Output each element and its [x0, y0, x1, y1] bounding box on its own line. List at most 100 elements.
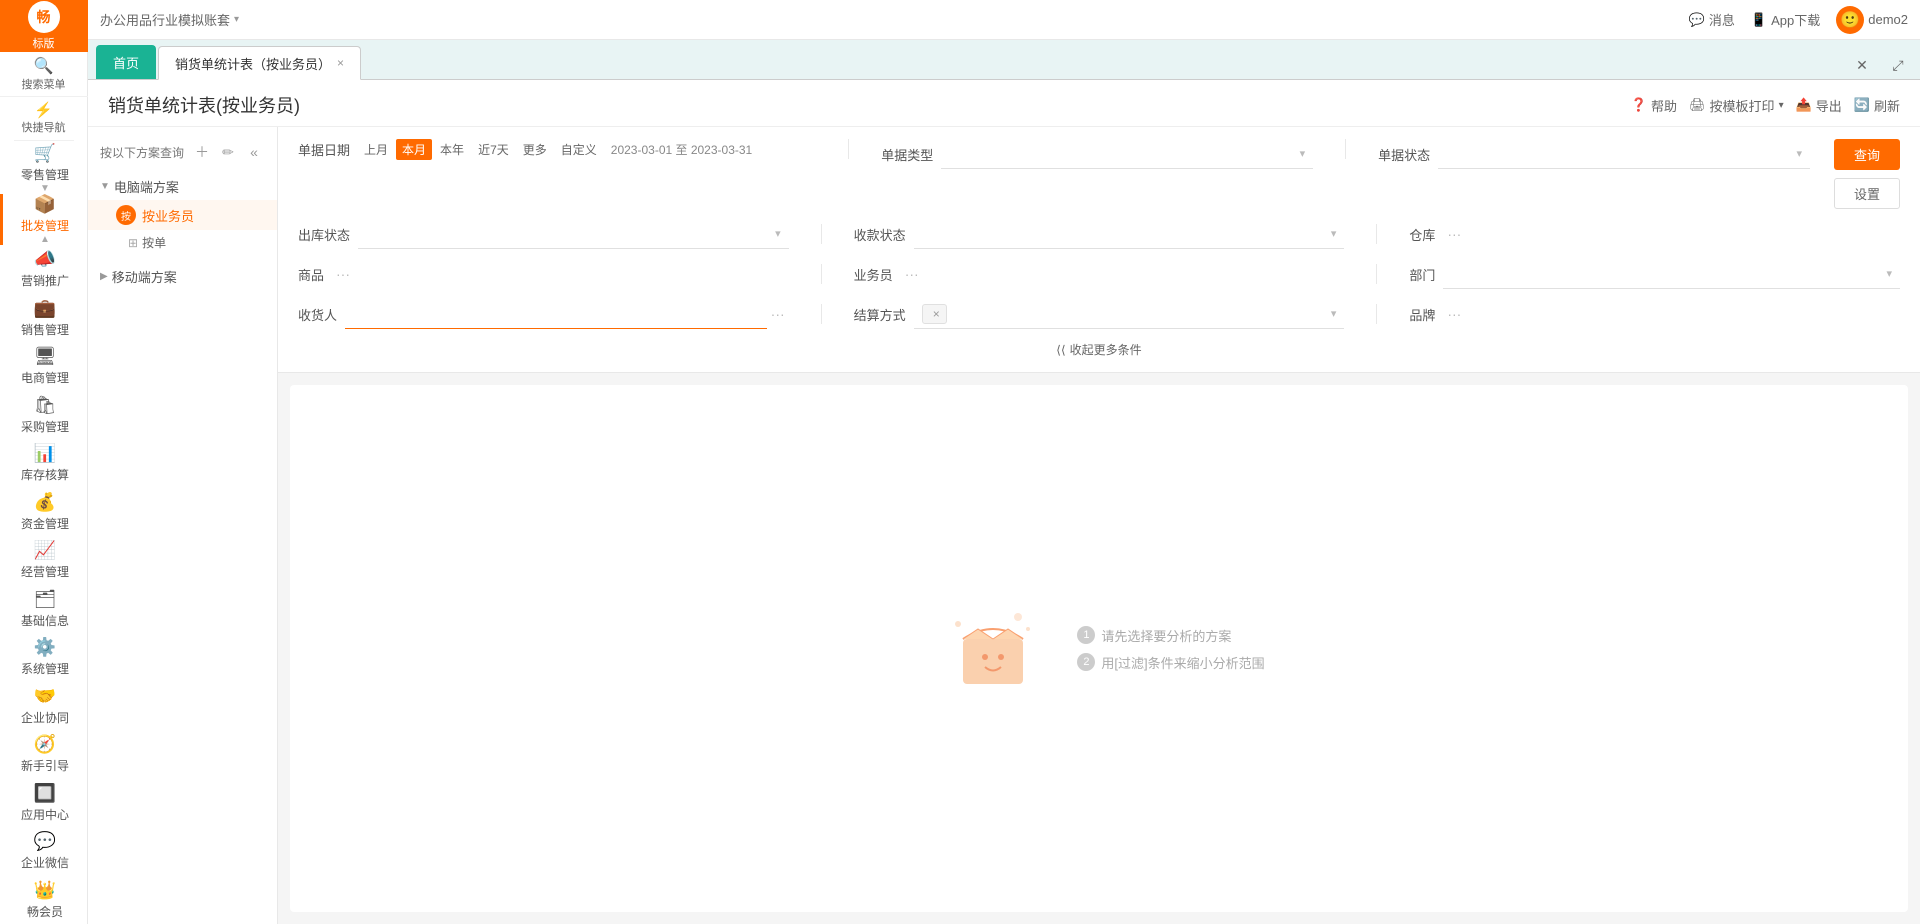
- goods-label: 商品: [298, 265, 324, 284]
- appcenter-label: 应用中心: [21, 806, 69, 823]
- date-tab-this-year[interactable]: 本年: [434, 139, 470, 160]
- help-icon: ❓: [1631, 97, 1647, 113]
- marketing-label: 营销推广: [21, 272, 69, 289]
- date-tab-custom[interactable]: 自定义: [555, 139, 603, 160]
- query-btn[interactable]: 查询: [1834, 139, 1900, 170]
- sidebar-item-retail[interactable]: 🛒 零售管理 ▼: [0, 143, 88, 194]
- salesperson-dots[interactable]: ···: [901, 266, 923, 282]
- wholesale-arrow: ▲: [40, 234, 50, 245]
- doc-status-select[interactable]: ▾: [1438, 139, 1810, 169]
- date-tab-more[interactable]: 更多: [517, 139, 553, 160]
- payment-method-select[interactable]: × ▾: [914, 299, 1345, 329]
- ops-label: 经营管理: [21, 563, 69, 580]
- page: 销货单统计表(按业务员) ❓ 帮助 🖨 按模板打印 ▾ 📤 导出: [88, 80, 1920, 924]
- search-label: 搜索菜单: [22, 76, 66, 92]
- app-download-btn[interactable]: 📱 App下载: [1751, 10, 1820, 29]
- sidebar-item-sales[interactable]: 💼 销售管理: [0, 294, 88, 343]
- sidebar-item-newbie[interactable]: 🧭 新手引导: [0, 730, 88, 779]
- purchase-icon: 🛍: [34, 395, 57, 416]
- brand-dots[interactable]: ···: [1443, 306, 1465, 322]
- tab-close-all-btn[interactable]: ✕: [1848, 51, 1876, 79]
- sidebar-item-corp[interactable]: 🤝 企业协同: [0, 682, 88, 731]
- sales-label: 销售管理: [21, 321, 69, 338]
- topbar-dropdown-arrow[interactable]: ▾: [234, 14, 239, 25]
- sidebar-item-finance[interactable]: 💰 资金管理: [0, 488, 88, 537]
- doc-type-select[interactable]: ▾: [941, 139, 1313, 169]
- collapse-panel-btn[interactable]: «: [243, 141, 265, 163]
- tab-sales-stat[interactable]: 销货单统计表（按业务员） ×: [158, 46, 361, 80]
- date-tab-last-month[interactable]: 上月: [358, 139, 394, 160]
- body-layout: 按以下方案查询 ＋ ✏ « ▼ 电脑端方案 按: [88, 127, 1920, 924]
- left-panel-header-label: 按以下方案查询: [100, 144, 184, 161]
- consignee-dots[interactable]: ···: [767, 306, 789, 322]
- goods-dots[interactable]: ···: [332, 266, 354, 282]
- sidebar-item-marketing[interactable]: 📣 营销推广: [0, 245, 88, 294]
- sidebar-item-system[interactable]: ⚙️ 系统管理: [0, 633, 88, 682]
- refresh-label: 刷新: [1874, 96, 1900, 115]
- corp-icon: 🤝: [34, 686, 56, 707]
- system-label: 系统管理: [21, 660, 69, 677]
- sidebar-item-corpwx[interactable]: 💬 企业微信: [0, 827, 88, 876]
- add-scheme-btn[interactable]: ＋: [191, 141, 213, 163]
- sidebar-item-operations[interactable]: 📈 经营管理: [0, 536, 88, 585]
- message-btn[interactable]: 💬 消息: [1689, 10, 1735, 29]
- print-btn[interactable]: 🖨 按模板打印 ▾: [1689, 96, 1784, 115]
- help-btn[interactable]: ❓ 帮助: [1631, 96, 1677, 115]
- scheme-sub-item-by-order[interactable]: ⊞ 按单: [88, 230, 277, 255]
- tab-home[interactable]: 首页: [96, 45, 156, 79]
- topbar-title: 办公用品行业模拟账套 ▾: [100, 10, 239, 29]
- sidebar-item-wholesale[interactable]: 📦 批发管理 ▲: [0, 194, 88, 245]
- retail-arrow: ▼: [40, 183, 50, 194]
- newbie-label: 新手引导: [21, 757, 69, 774]
- empty-state: 1 请先选择要分析的方案 2 用[过滤]条件来缩小分析范围: [933, 589, 1264, 709]
- sidebar-item-purchase[interactable]: 🛍 采购管理: [0, 391, 88, 440]
- out-status-arrow: ▾: [775, 227, 781, 240]
- collapse-btn[interactable]: ⟨⟨ 收起更多条件: [298, 335, 1900, 360]
- ecommerce-label: 电商管理: [21, 369, 69, 386]
- tab-bar: 首页 销货单统计表（按业务员） × ✕ ⤢: [88, 40, 1920, 80]
- scheme-item-by-salesperson[interactable]: 按 按业务员: [88, 200, 277, 230]
- scheme-by-order-label: 按单: [142, 234, 166, 251]
- edit-scheme-btn[interactable]: ✏: [217, 141, 239, 163]
- topbar-title-text: 办公用品行业模拟账套: [100, 10, 230, 29]
- consignee-input[interactable]: [345, 299, 767, 329]
- date-tab-this-month[interactable]: 本月: [396, 139, 432, 160]
- sidebar-quicknav[interactable]: ⚡ 快捷导航: [0, 97, 88, 138]
- out-status-select[interactable]: ▾: [358, 219, 789, 249]
- settings-btn[interactable]: 设置: [1834, 178, 1900, 209]
- appcenter-icon: 🔲: [34, 783, 56, 804]
- chip-close-btn[interactable]: ×: [933, 307, 940, 321]
- refresh-btn[interactable]: 🔄 刷新: [1854, 96, 1900, 115]
- collapse-label: 收起更多条件: [1070, 341, 1142, 358]
- scheme-group-desktop-header[interactable]: ▼ 电脑端方案: [88, 173, 277, 200]
- filter-dept: 部门 ▾: [1409, 259, 1900, 289]
- sidebar-search[interactable]: 🔍 搜索菜单: [0, 52, 88, 97]
- scheme-group-mobile-header[interactable]: ▶ 移动端方案: [88, 263, 277, 290]
- sidebar-item-ecommerce[interactable]: 🖥 电商管理: [0, 342, 88, 391]
- date-tab-7days[interactable]: 近7天: [472, 139, 515, 160]
- export-btn[interactable]: 📤 导出: [1796, 96, 1842, 115]
- page-header-actions: ❓ 帮助 🖨 按模板打印 ▾ 📤 导出 🔄 刷新: [1631, 96, 1900, 115]
- sidebar-item-base[interactable]: 🗂 基础信息: [0, 585, 88, 634]
- filter-salesperson: 业务员 ···: [854, 265, 1345, 284]
- doc-status-arrow: ▾: [1796, 147, 1802, 160]
- user-btn[interactable]: 🙂 demo2: [1836, 6, 1908, 34]
- result-area: 1 请先选择要分析的方案 2 用[过滤]条件来缩小分析范围: [290, 385, 1908, 912]
- sidebar-item-inventory[interactable]: 📊 库存核算: [0, 439, 88, 488]
- inventory-label: 库存核算: [21, 466, 69, 483]
- tab-close-btn[interactable]: ×: [337, 56, 344, 70]
- empty-line-2: 2 用[过滤]条件来缩小分析范围: [1077, 653, 1264, 672]
- corpwx-label: 企业微信: [21, 854, 69, 871]
- message-icon: 💬: [1689, 12, 1705, 28]
- warehouse-dots[interactable]: ···: [1443, 226, 1465, 242]
- sidebar-item-appcenter[interactable]: 🔲 应用中心: [0, 779, 88, 828]
- dept-select[interactable]: ▾: [1443, 259, 1900, 289]
- receipt-status-select[interactable]: ▾: [914, 219, 1345, 249]
- filter-goods: 商品 ···: [298, 265, 789, 284]
- sidebar-item-member[interactable]: 👑 畅会员: [0, 876, 88, 924]
- empty-svg: [943, 599, 1043, 699]
- divider6: [1376, 264, 1377, 284]
- tab-maximize-btn[interactable]: ⤢: [1884, 51, 1912, 79]
- left-panel: 按以下方案查询 ＋ ✏ « ▼ 电脑端方案 按: [88, 127, 278, 924]
- app-download-label: App下载: [1771, 10, 1820, 29]
